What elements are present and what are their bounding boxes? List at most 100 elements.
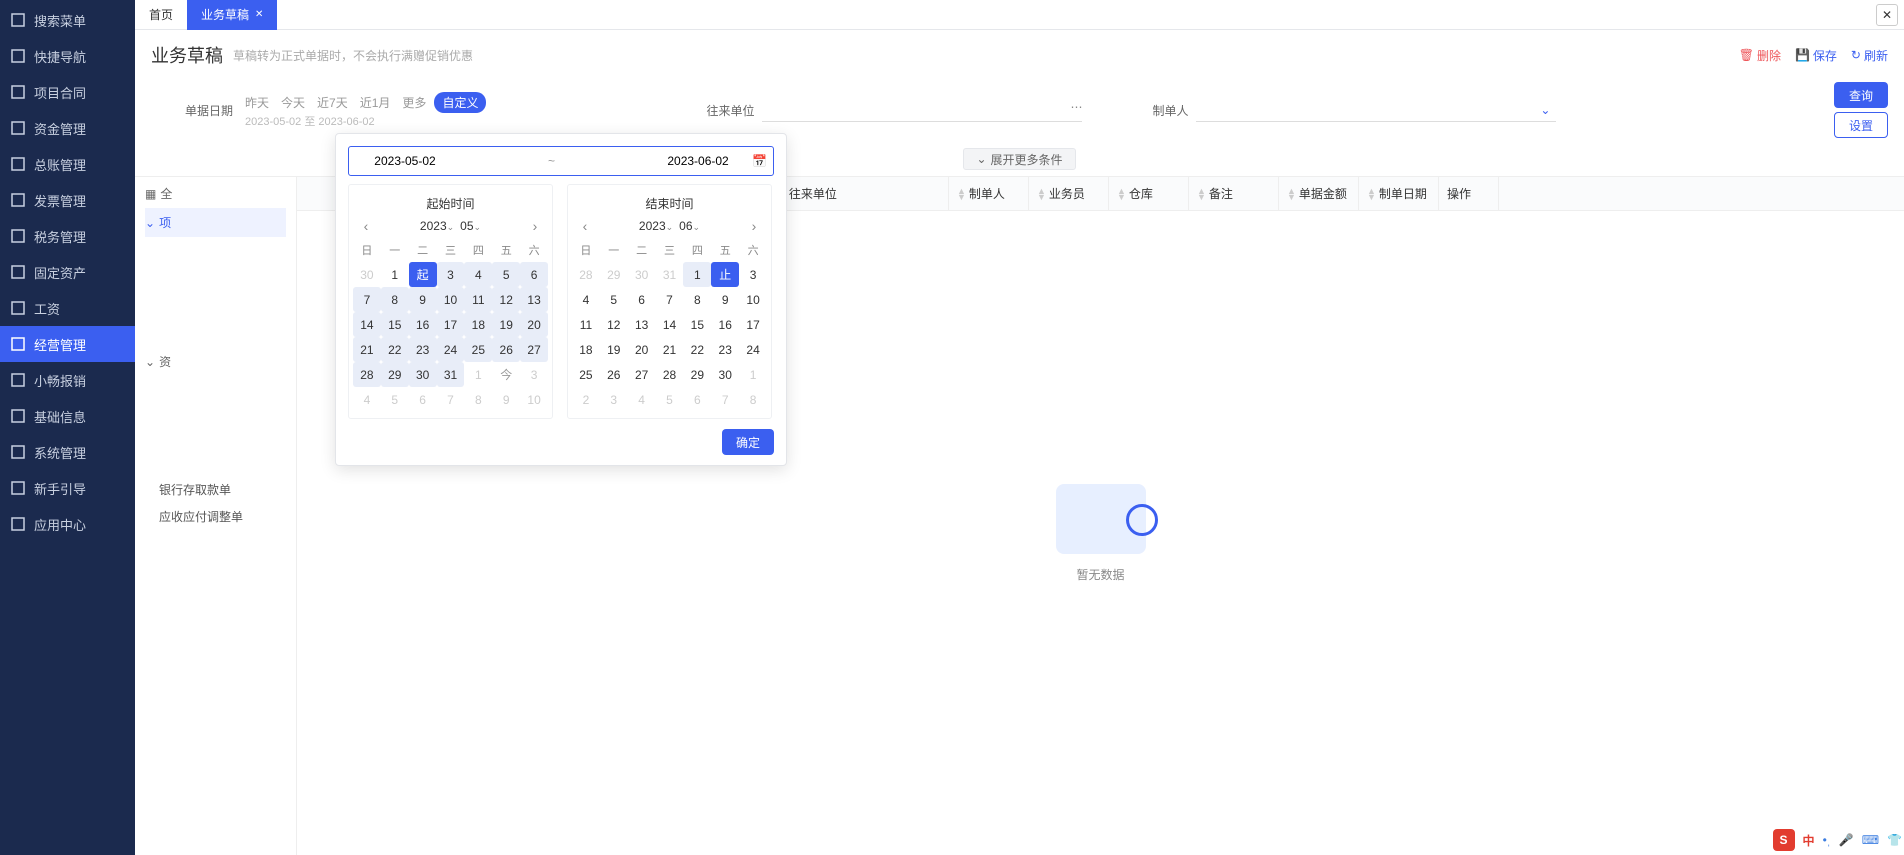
cal-day[interactable]: 7 (711, 387, 739, 412)
cal-day[interactable]: 4 (464, 262, 492, 287)
partner-input[interactable] (762, 98, 1082, 122)
calendar-icon[interactable]: 📅 (752, 154, 767, 168)
cal-day[interactable]: 17 (437, 312, 465, 337)
cal-day[interactable]: 18 (464, 312, 492, 337)
date-quick-more[interactable]: 更多 (398, 92, 430, 113)
cal-day[interactable]: 6 (683, 387, 711, 412)
ime-icon-4[interactable]: 👕 (1887, 833, 1902, 847)
sidebar-item-0[interactable]: 搜索菜单 (0, 2, 135, 38)
cal-day[interactable]: 30 (628, 262, 656, 287)
tab[interactable]: 业务草稿✕ (187, 0, 277, 30)
cal-day[interactable]: 25 (464, 337, 492, 362)
sidebar-item-13[interactable]: 新手引导 (0, 470, 135, 506)
settings-button[interactable]: 设置 (1834, 112, 1888, 138)
cal-day[interactable]: 14 (656, 312, 684, 337)
ime-icon-3[interactable]: ⌨ (1862, 833, 1879, 847)
cal-day[interactable]: 今 (492, 362, 520, 387)
ime-lang[interactable]: 中 (1803, 832, 1815, 849)
cal-day[interactable]: 30 (711, 362, 739, 387)
th-7[interactable]: ▲▼单据金额 (1279, 177, 1359, 210)
cal-day[interactable]: 9 (492, 387, 520, 412)
cal-day[interactable]: 15 (381, 312, 409, 337)
creator-select[interactable]: ⌄ (1196, 98, 1556, 122)
cal-day[interactable]: 10 (739, 287, 767, 312)
cal-day[interactable]: 5 (381, 387, 409, 412)
ime-icon-1[interactable]: •ˌ (1823, 833, 1831, 847)
month-select[interactable]: 06⌄ (679, 219, 700, 233)
cal-day[interactable]: 29 (381, 362, 409, 387)
cal-day[interactable]: 12 (492, 287, 520, 312)
date-start-input[interactable] (355, 154, 455, 168)
cal-day[interactable]: 30 (353, 262, 381, 287)
cal-day[interactable]: 10 (437, 287, 465, 312)
cal-day[interactable]: 1 (739, 362, 767, 387)
cal-day[interactable]: 4 (572, 287, 600, 312)
cal-day[interactable]: 14 (353, 312, 381, 337)
cal-day[interactable]: 22 (381, 337, 409, 362)
ime-badge[interactable]: S (1773, 829, 1795, 851)
cal-day[interactable]: 3 (600, 387, 628, 412)
cal-day[interactable]: 11 (572, 312, 600, 337)
year-select[interactable]: 2023⌄ (639, 219, 673, 233)
cal-day[interactable]: 20 (520, 312, 548, 337)
partner-more-icon[interactable]: ⋯ (1070, 100, 1082, 114)
next-month-icon[interactable]: › (743, 218, 765, 234)
cal-day[interactable]: 11 (464, 287, 492, 312)
cal-day[interactable]: 13 (628, 312, 656, 337)
cal-day[interactable]: 21 (656, 337, 684, 362)
cal-day[interactable]: 5 (492, 262, 520, 287)
next-month-icon[interactable]: › (524, 218, 546, 234)
tabbar-close-icon[interactable]: ✕ (1876, 4, 1898, 26)
year-select[interactable]: 2023⌄ (420, 219, 454, 233)
more-conditions-button[interactable]: ⌄ 展开更多条件 (963, 148, 1075, 170)
delete-button[interactable]: 🗑删除 (1739, 47, 1781, 64)
cal-day[interactable]: 6 (628, 287, 656, 312)
date-confirm-button[interactable]: 确定 (722, 429, 774, 455)
cal-day[interactable]: 26 (492, 337, 520, 362)
cal-day[interactable]: 4 (353, 387, 381, 412)
cal-day[interactable]: 8 (683, 287, 711, 312)
cal-day[interactable]: 5 (656, 387, 684, 412)
th-3[interactable]: ▲▼制单人 (949, 177, 1029, 210)
cal-day[interactable]: 5 (600, 287, 628, 312)
cal-day[interactable]: 15 (683, 312, 711, 337)
cal-day[interactable]: 止 (711, 262, 739, 287)
panel-group-1[interactable]: ⌄项 (145, 208, 286, 237)
panel-all[interactable]: ▦全 (145, 185, 286, 202)
cal-day[interactable]: 28 (572, 262, 600, 287)
cal-day[interactable]: 27 (628, 362, 656, 387)
date-quick-1m[interactable]: 近1月 (356, 92, 395, 113)
cal-day[interactable]: 1 (683, 262, 711, 287)
cal-day[interactable]: 24 (437, 337, 465, 362)
sidebar-item-4[interactable]: 总账管理 (0, 146, 135, 182)
cal-day[interactable]: 28 (656, 362, 684, 387)
th-5[interactable]: ▲▼仓库 (1109, 177, 1189, 210)
prev-month-icon[interactable]: ‹ (355, 218, 377, 234)
cal-day[interactable]: 16 (711, 312, 739, 337)
th-9[interactable]: 操作 (1439, 177, 1499, 210)
cal-day[interactable]: 7 (437, 387, 465, 412)
date-quick-7d[interactable]: 近7天 (313, 92, 352, 113)
cal-day[interactable]: 6 (520, 262, 548, 287)
cal-day[interactable]: 22 (683, 337, 711, 362)
cal-day[interactable]: 16 (409, 312, 437, 337)
sidebar-item-14[interactable]: 应用中心 (0, 506, 135, 542)
cal-day[interactable]: 9 (409, 287, 437, 312)
cal-day[interactable]: 8 (381, 287, 409, 312)
cal-day[interactable]: 27 (520, 337, 548, 362)
cal-day[interactable]: 1 (381, 262, 409, 287)
sidebar-item-1[interactable]: 快捷导航 (0, 38, 135, 74)
th-2[interactable]: ▲▼往来单位 (769, 177, 949, 210)
cal-day[interactable]: 10 (520, 387, 548, 412)
cal-day[interactable]: 31 (437, 362, 465, 387)
cal-day[interactable]: 6 (409, 387, 437, 412)
date-quick-today[interactable]: 今天 (277, 92, 309, 113)
cal-day[interactable]: 20 (628, 337, 656, 362)
sidebar-item-2[interactable]: 项目合同 (0, 74, 135, 110)
panel-item-adjust[interactable]: 应收应付调整单 (145, 503, 286, 530)
save-button[interactable]: 💾保存 (1795, 47, 1837, 64)
th-4[interactable]: ▲▼业务员 (1029, 177, 1109, 210)
th-6[interactable]: ▲▼备注 (1189, 177, 1279, 210)
cal-day[interactable]: 9 (711, 287, 739, 312)
sidebar-item-5[interactable]: 发票管理 (0, 182, 135, 218)
